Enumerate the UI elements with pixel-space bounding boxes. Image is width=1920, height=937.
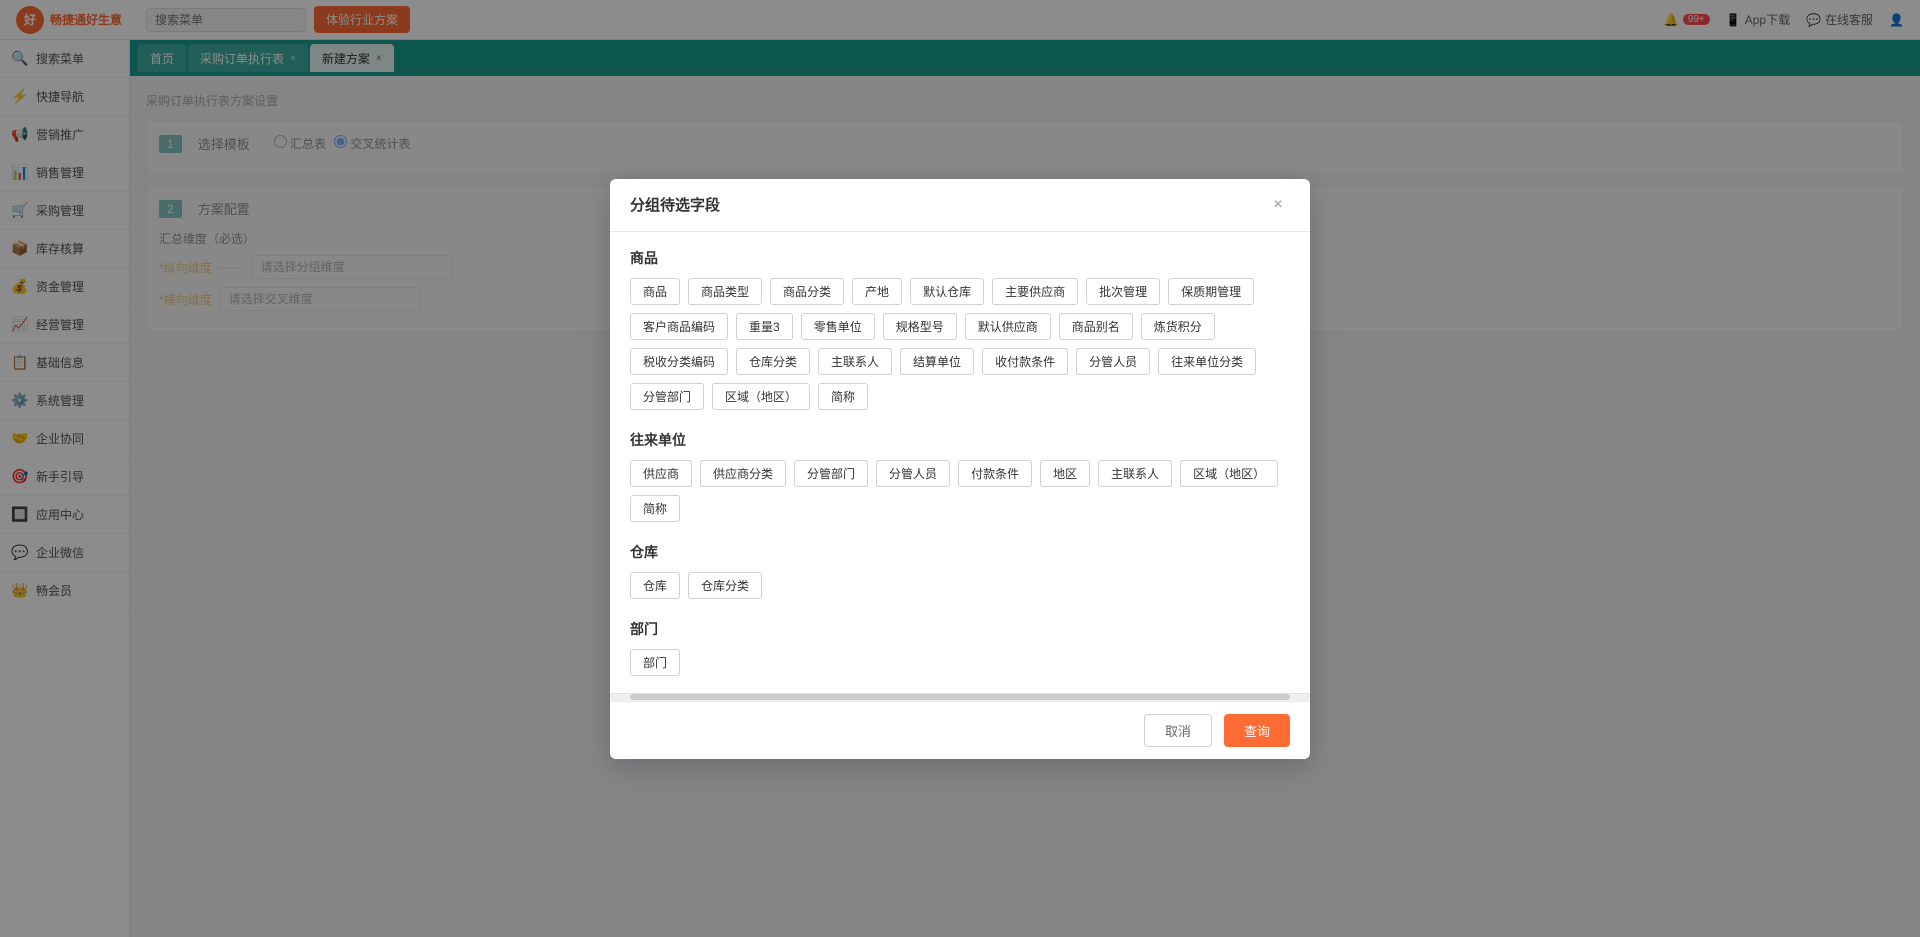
field-contact-region[interactable]: 区域（地区） [1180, 460, 1278, 487]
modal-horizontal-scrollbar[interactable] [610, 693, 1310, 700]
field-settlement-unit[interactable]: 结算单位 [900, 348, 974, 375]
field-expiry-management[interactable]: 保质期管理 [1168, 278, 1254, 305]
field-weight[interactable]: 重量3 [736, 313, 793, 340]
modal-body[interactable]: 商品 商品 商品类型 商品分类 产地 默认仓库 主要供应商 批次管理 保质期管理… [610, 232, 1310, 694]
field-main-supplier[interactable]: 主要供应商 [992, 278, 1078, 305]
confirm-button[interactable]: 查询 [1224, 714, 1290, 747]
cancel-button[interactable]: 取消 [1144, 714, 1212, 747]
field-default-warehouse[interactable]: 默认仓库 [910, 278, 984, 305]
field-contact-main[interactable]: 主联系人 [1098, 460, 1172, 487]
field-wh-category[interactable]: 仓库分类 [688, 572, 762, 599]
field-supplier-category[interactable]: 供应商分类 [700, 460, 786, 487]
field-tax-code[interactable]: 税收分类编码 [630, 348, 728, 375]
modal-title: 分组待选字段 [630, 194, 720, 215]
field-goods-category[interactable]: 商品分类 [770, 278, 844, 305]
section-contacts-fields: 供应商 供应商分类 分管部门 分管人员 付款条件 地区 主联系人 区域（地区） … [630, 460, 1290, 522]
field-payment-condition[interactable]: 付款条件 [958, 460, 1032, 487]
field-short-name[interactable]: 简称 [818, 383, 868, 410]
modal-close-button[interactable]: × [1266, 193, 1290, 217]
section-contacts-title: 往来单位 [630, 430, 1290, 450]
field-goods[interactable]: 商品 [630, 278, 680, 305]
section-goods: 商品 商品 商品类型 商品分类 产地 默认仓库 主要供应商 批次管理 保质期管理… [630, 248, 1290, 410]
field-area[interactable]: 地区 [1040, 460, 1090, 487]
field-default-supplier[interactable]: 默认供应商 [965, 313, 1051, 340]
field-region[interactable]: 区域（地区） [712, 383, 810, 410]
field-warehouse[interactable]: 仓库 [630, 572, 680, 599]
field-dept[interactable]: 分管部门 [630, 383, 704, 410]
field-payment-terms[interactable]: 收付款条件 [982, 348, 1068, 375]
field-goods-type[interactable]: 商品类型 [688, 278, 762, 305]
field-contact-dept[interactable]: 分管部门 [794, 460, 868, 487]
field-contact-manager[interactable]: 分管人员 [876, 460, 950, 487]
field-contact-short[interactable]: 简称 [630, 495, 680, 522]
field-main-contact[interactable]: 主联系人 [818, 348, 892, 375]
field-warehouse-category[interactable]: 仓库分类 [736, 348, 810, 375]
section-warehouse-fields: 仓库 仓库分类 [630, 572, 1290, 599]
field-goods-alias[interactable]: 商品别名 [1059, 313, 1133, 340]
section-department-title: 部门 [630, 619, 1290, 639]
field-origin[interactable]: 产地 [852, 278, 902, 305]
field-spec-model[interactable]: 规格型号 [883, 313, 957, 340]
field-contact-category[interactable]: 往来单位分类 [1158, 348, 1256, 375]
field-retail-unit[interactable]: 零售单位 [801, 313, 875, 340]
field-manager[interactable]: 分管人员 [1076, 348, 1150, 375]
modal-header: 分组待选字段 × [610, 179, 1310, 232]
field-batch-management[interactable]: 批次管理 [1086, 278, 1160, 305]
section-goods-title: 商品 [630, 248, 1290, 268]
section-contacts: 往来单位 供应商 供应商分类 分管部门 分管人员 付款条件 地区 主联系人 区域… [630, 430, 1290, 522]
section-warehouse-title: 仓库 [630, 542, 1290, 562]
section-department-fields: 部门 [630, 649, 1290, 676]
section-warehouse: 仓库 仓库 仓库分类 [630, 542, 1290, 599]
section-department: 部门 部门 [630, 619, 1290, 676]
modal-overlay: 分组待选字段 × 商品 商品 商品类型 商品分类 产地 默认仓库 主要供应商 批… [0, 0, 1920, 937]
field-department[interactable]: 部门 [630, 649, 680, 676]
field-selection-modal: 分组待选字段 × 商品 商品 商品类型 商品分类 产地 默认仓库 主要供应商 批… [610, 179, 1310, 759]
modal-footer: 取消 查询 [610, 701, 1310, 759]
field-customer-code[interactable]: 客户商品编码 [630, 313, 728, 340]
field-supplier[interactable]: 供应商 [630, 460, 692, 487]
field-points[interactable]: 炼货积分 [1141, 313, 1215, 340]
section-goods-fields: 商品 商品类型 商品分类 产地 默认仓库 主要供应商 批次管理 保质期管理 客户… [630, 278, 1290, 410]
